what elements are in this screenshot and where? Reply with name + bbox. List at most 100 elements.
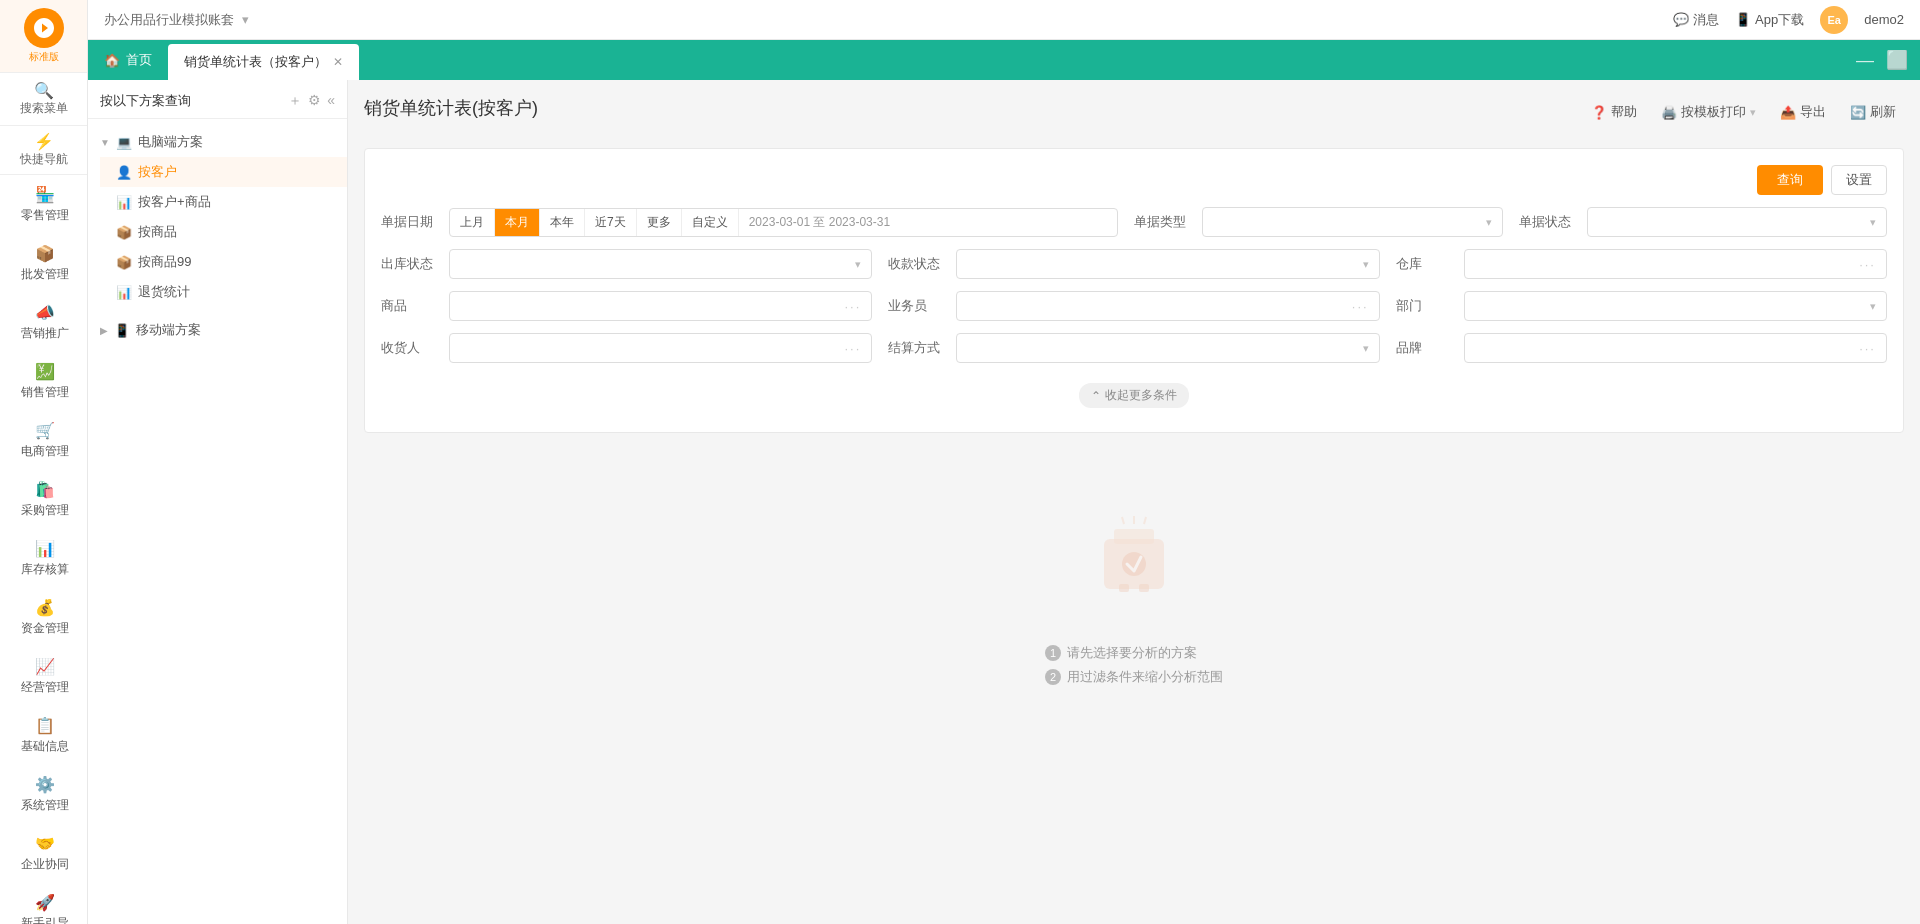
settings-scheme-icon[interactable]: ⚙ (308, 92, 321, 110)
left-panel-title: 按以下方案查询 (100, 92, 191, 110)
warehouse-select[interactable]: ··· (1464, 249, 1887, 279)
sidebar-item-label: 销售管理 (21, 384, 69, 401)
export-label: 导出 (1800, 103, 1826, 121)
filter-dept: 部门 ▾ (1396, 291, 1887, 321)
refresh-button[interactable]: 🔄 刷新 (1842, 99, 1904, 125)
help-label: 帮助 (1611, 103, 1637, 121)
date-this-month[interactable]: 本月 (495, 209, 540, 236)
collect-status-select[interactable]: ▾ (956, 249, 1379, 279)
app-download-button[interactable]: 📱 App下载 (1735, 11, 1804, 29)
tree-item-by-customer-goods[interactable]: 📊 按客户+商品 (100, 187, 347, 217)
sidebar-item-system[interactable]: ⚙️ 系统管理 (0, 765, 87, 824)
date-this-year[interactable]: 本年 (540, 209, 585, 236)
filter-doc-type: 单据类型 ▾ (1134, 207, 1503, 237)
brand-select[interactable]: ··· (1464, 333, 1887, 363)
tab-minimize-icon[interactable]: — (1852, 46, 1878, 75)
filter-brand: 品牌 ··· (1396, 333, 1887, 363)
export-button[interactable]: 📤 导出 (1772, 99, 1834, 125)
sidebar-item-operations[interactable]: 📈 经营管理 (0, 647, 87, 706)
filter-card: 查询 设置 单据日期 上月 本月 本年 近7天 更多 自定义 (364, 148, 1904, 433)
tab-sales-stats[interactable]: 销货单统计表（按客户） ✕ (168, 44, 359, 80)
app-label: App下载 (1755, 11, 1804, 29)
tab-close-icon[interactable]: ✕ (333, 55, 343, 69)
tree-item-return-stats[interactable]: 📊 退货统计 (100, 277, 347, 307)
dropdown-arrow-icon[interactable]: ▾ (242, 12, 249, 27)
tree-item-by-goods[interactable]: 📦 按商品 (100, 217, 347, 247)
help-icon: ❓ (1591, 105, 1607, 120)
print-dropdown-icon[interactable]: ▾ (1750, 106, 1756, 119)
retail-icon: 🏪 (35, 185, 55, 204)
sidebar-item-label: 经营管理 (21, 679, 69, 696)
sidebar-item-label: 系统管理 (21, 797, 69, 814)
tab-maximize-icon[interactable]: ⬜ (1882, 45, 1912, 75)
sidebar-item-label: 新手引导 (21, 915, 69, 924)
avatar[interactable]: Ea (1820, 6, 1848, 34)
add-scheme-icon[interactable]: ＋ (288, 92, 302, 110)
staff-select[interactable]: ··· (956, 291, 1379, 321)
goods-select[interactable]: ··· (449, 291, 872, 321)
collapse-button[interactable]: ⌃ 收起更多条件 (1079, 383, 1189, 408)
message-button[interactable]: 💬 消息 (1673, 11, 1719, 29)
sidebar-item-retail[interactable]: 🏪 零售管理 (0, 175, 87, 234)
sidebar-item-label: 采购管理 (21, 502, 69, 519)
date-last7[interactable]: 近7天 (585, 209, 637, 236)
sidebar-item-marketing[interactable]: 📣 营销推广 (0, 293, 87, 352)
collapse-row: ⌃ 收起更多条件 (381, 375, 1887, 416)
main-area: 办公用品行业模拟账套 ▾ 💬 消息 📱 App下载 Ea demo2 🏠 首页 … (88, 0, 1920, 924)
filter-row-1: 单据日期 上月 本月 本年 近7天 更多 自定义 2023-03-01 至 20… (381, 207, 1887, 237)
tree-arrow-icon: ▼ (100, 137, 110, 148)
tree-mobile-group[interactable]: ▶ 📱 移动端方案 (88, 315, 347, 345)
tab-bar: 🏠 首页 销货单统计表（按客户） ✕ — ⬜ (88, 40, 1920, 80)
payment-select[interactable]: ▾ (956, 333, 1379, 363)
tree-item-label: 按商品99 (138, 253, 191, 271)
tree-desktop-group[interactable]: ▼ 💻 电脑端方案 (88, 127, 347, 157)
doc-type-select[interactable]: ▾ (1202, 207, 1503, 237)
sidebar-item-newbie[interactable]: 🚀 新手引导 (0, 883, 87, 924)
date-more[interactable]: 更多 (637, 209, 682, 236)
sidebar-item-finance[interactable]: 💰 资金管理 (0, 588, 87, 647)
return-icon: 📊 (116, 285, 132, 300)
search-menu-button[interactable]: 🔍 搜索菜单 (0, 73, 87, 126)
query-button[interactable]: 查询 (1757, 165, 1823, 195)
tab-home[interactable]: 🏠 首页 (88, 40, 168, 80)
sidebar-item-inventory[interactable]: 📊 库存核算 (0, 529, 87, 588)
quick-nav-button[interactable]: ⚡ 快捷导航 (0, 126, 87, 175)
tree-desktop-items: 👤 按客户 📊 按客户+商品 📦 按商品 📦 按商品99 📊 退货 (100, 157, 347, 307)
date-custom[interactable]: 自定义 (682, 209, 739, 236)
out-status-select[interactable]: ▾ (449, 249, 872, 279)
logo-text: 标准版 (8, 50, 79, 64)
tree-desktop-label: 电脑端方案 (138, 133, 203, 151)
sidebar-item-basic[interactable]: 📋 基础信息 (0, 706, 87, 765)
help-button[interactable]: ❓ 帮助 (1583, 99, 1645, 125)
receiver-select[interactable]: ··· (449, 333, 872, 363)
sidebar-menu: 🏪 零售管理 📦 批发管理 📣 营销推广 💹 销售管理 🛒 电商管理 🛍️ 采购… (0, 175, 87, 924)
settings-button[interactable]: 设置 (1831, 165, 1887, 195)
date-last-month[interactable]: 上月 (450, 209, 495, 236)
search-menu-label: 搜索菜单 (8, 100, 79, 117)
tab-bar-actions: — ⬜ (1844, 45, 1920, 75)
left-panel-header: 按以下方案查询 ＋ ⚙ « (88, 92, 347, 119)
tree-item-by-customer[interactable]: 👤 按客户 (100, 157, 347, 187)
refresh-icon: 🔄 (1850, 105, 1866, 120)
sidebar-item-wholesale[interactable]: 📦 批发管理 (0, 234, 87, 293)
collapse-panel-icon[interactable]: « (327, 92, 335, 110)
collapse-up-icon: ⌃ (1091, 389, 1101, 403)
date-filter-control[interactable]: 上月 本月 本年 近7天 更多 自定义 2023-03-01 至 2023-03… (449, 208, 1118, 237)
sidebar-item-corp[interactable]: 🤝 企业协同 (0, 824, 87, 883)
tree-computer-icon: 💻 (116, 135, 132, 150)
message-icon: 💬 (1673, 12, 1689, 27)
dept-select[interactable]: ▾ (1464, 291, 1887, 321)
print-button[interactable]: 🖨️ 按模板打印 ▾ (1653, 99, 1764, 125)
sidebar-item-ecommerce[interactable]: 🛒 电商管理 (0, 411, 87, 470)
filter-payment: 结算方式 ▾ (888, 333, 1379, 363)
tip-num-1: 1 (1045, 645, 1061, 661)
tree-item-by-goods-99[interactable]: 📦 按商品99 (100, 247, 347, 277)
dept-arrow-icon: ▾ (1870, 300, 1876, 313)
export-icon: 📤 (1780, 105, 1796, 120)
sidebar-item-purchase[interactable]: 🛍️ 采购管理 (0, 470, 87, 529)
finance-icon: 💰 (35, 598, 55, 617)
tree-item-label: 按客户+商品 (138, 193, 211, 211)
sidebar-item-sales[interactable]: 💹 销售管理 (0, 352, 87, 411)
toolbar: ❓ 帮助 🖨️ 按模板打印 ▾ 📤 导出 🔄 刷新 (1583, 99, 1904, 125)
doc-status-select[interactable]: ▾ (1587, 207, 1888, 237)
